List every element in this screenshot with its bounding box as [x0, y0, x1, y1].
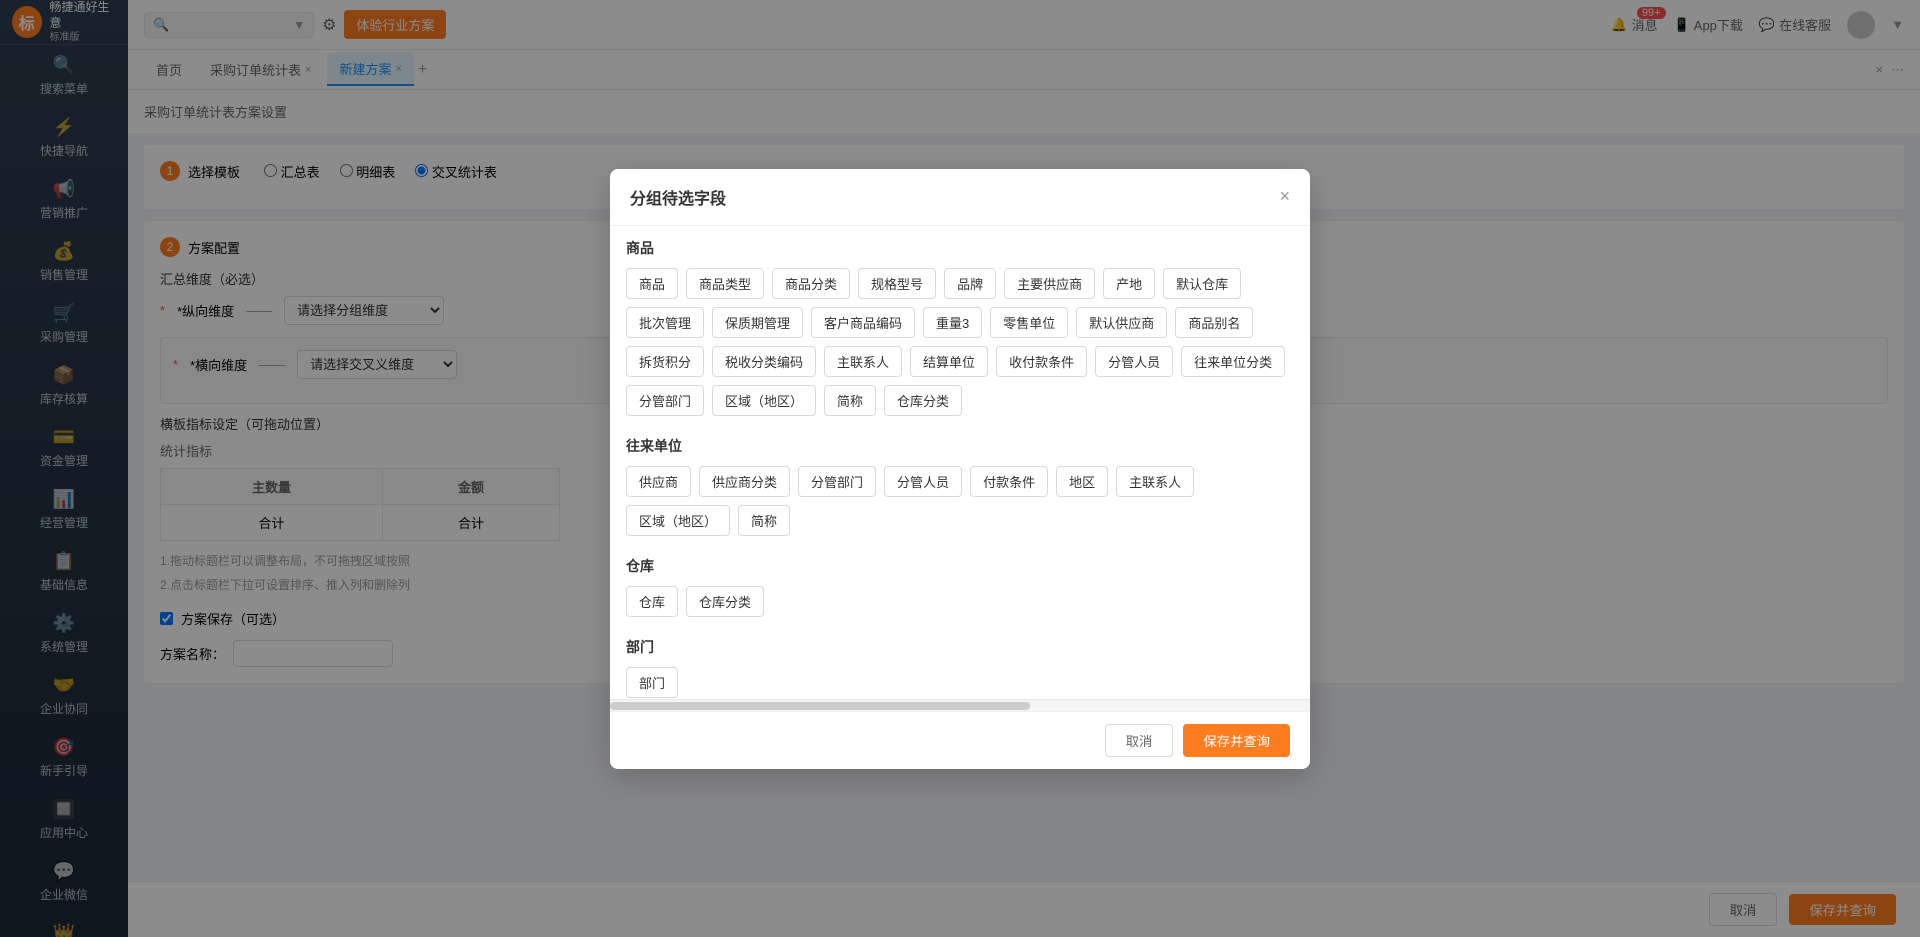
modal-title: 分组待选字段 — [630, 185, 726, 209]
tag-goods-14[interactable]: 默认供应商 — [1076, 307, 1167, 338]
tag-goods-7[interactable]: 产地 — [1103, 268, 1155, 299]
tag-goods-21[interactable]: 分管人员 — [1095, 346, 1173, 377]
tag-partner-7[interactable]: 主联系人 — [1116, 466, 1194, 497]
tag-goods-26[interactable]: 仓库分类 — [884, 385, 962, 416]
section-partner-title: 往来单位 — [626, 436, 1294, 456]
tag-goods-22[interactable]: 往来单位分类 — [1181, 346, 1285, 377]
tag-goods-1[interactable]: 商品 — [626, 268, 678, 299]
modal-hscroll-thumb[interactable] — [610, 702, 1030, 710]
tag-partner-5[interactable]: 付款条件 — [970, 466, 1048, 497]
tag-goods-8[interactable]: 默认仓库 — [1163, 268, 1241, 299]
modal-confirm-button[interactable]: 保存并查询 — [1183, 724, 1290, 757]
tag-goods-19[interactable]: 结算单位 — [910, 346, 988, 377]
tag-goods-3[interactable]: 商品分类 — [772, 268, 850, 299]
tag-partner-4[interactable]: 分管人员 — [884, 466, 962, 497]
tag-goods-9[interactable]: 批次管理 — [626, 307, 704, 338]
section-warehouse-title: 仓库 — [626, 556, 1294, 576]
modal-close-button[interactable]: × — [1279, 186, 1290, 207]
section-warehouse: 仓库 仓库 仓库分类 — [626, 556, 1294, 617]
tag-goods-10[interactable]: 保质期管理 — [712, 307, 803, 338]
tag-goods-6[interactable]: 主要供应商 — [1004, 268, 1095, 299]
tag-warehouse-2[interactable]: 仓库分类 — [686, 586, 764, 617]
tag-goods-25[interactable]: 简称 — [824, 385, 876, 416]
tag-goods-23[interactable]: 分管部门 — [626, 385, 704, 416]
tag-goods-17[interactable]: 税收分类编码 — [712, 346, 816, 377]
tag-goods-16[interactable]: 拆货积分 — [626, 346, 704, 377]
tag-goods-24[interactable]: 区域（地区） — [712, 385, 816, 416]
section-goods: 商品 商品 商品类型 商品分类 规格型号 品牌 主要供应商 产地 默认仓库 批次… — [626, 238, 1294, 416]
section-dept: 部门 部门 — [626, 637, 1294, 698]
tag-goods-20[interactable]: 收付款条件 — [996, 346, 1087, 377]
warehouse-tags: 仓库 仓库分类 — [626, 586, 1294, 617]
tag-partner-9[interactable]: 简称 — [738, 505, 790, 536]
tag-partner-1[interactable]: 供应商 — [626, 466, 691, 497]
tag-dept-1[interactable]: 部门 — [626, 667, 678, 698]
tag-goods-2[interactable]: 商品类型 — [686, 268, 764, 299]
section-goods-title: 商品 — [626, 238, 1294, 258]
modal-body[interactable]: 商品 商品 商品类型 商品分类 规格型号 品牌 主要供应商 产地 默认仓库 批次… — [610, 226, 1310, 700]
tag-goods-12[interactable]: 重量3 — [923, 307, 982, 338]
tag-goods-4[interactable]: 规格型号 — [858, 268, 936, 299]
section-dept-title: 部门 — [626, 637, 1294, 657]
tag-partner-6[interactable]: 地区 — [1056, 466, 1108, 497]
modal-field-selector: 分组待选字段 × 商品 商品 商品类型 商品分类 规格型号 品牌 主要供应商 产… — [610, 169, 1310, 769]
tag-goods-11[interactable]: 客户商品编码 — [811, 307, 915, 338]
tag-warehouse-1[interactable]: 仓库 — [626, 586, 678, 617]
modal-cancel-button[interactable]: 取消 — [1105, 724, 1174, 757]
section-partner: 往来单位 供应商 供应商分类 分管部门 分管人员 付款条件 地区 主联系人 区域… — [626, 436, 1294, 536]
modal-content: 商品 商品 商品类型 商品分类 规格型号 品牌 主要供应商 产地 默认仓库 批次… — [610, 226, 1310, 700]
dept-tags: 部门 — [626, 667, 1294, 698]
modal-header: 分组待选字段 × — [610, 169, 1310, 226]
tag-partner-2[interactable]: 供应商分类 — [699, 466, 790, 497]
tag-goods-18[interactable]: 主联系人 — [824, 346, 902, 377]
modal-footer: 取消 保存并查询 — [610, 711, 1310, 769]
goods-tags: 商品 商品类型 商品分类 规格型号 品牌 主要供应商 产地 默认仓库 批次管理 … — [626, 268, 1294, 416]
partner-tags: 供应商 供应商分类 分管部门 分管人员 付款条件 地区 主联系人 区域（地区） … — [626, 466, 1294, 536]
tag-partner-3[interactable]: 分管部门 — [798, 466, 876, 497]
tag-goods-15[interactable]: 商品别名 — [1175, 307, 1253, 338]
tag-goods-13[interactable]: 零售单位 — [990, 307, 1068, 338]
tag-goods-5[interactable]: 品牌 — [944, 268, 996, 299]
modal-hscrollbar[interactable] — [610, 699, 1310, 710]
tag-partner-8[interactable]: 区域（地区） — [626, 505, 730, 536]
